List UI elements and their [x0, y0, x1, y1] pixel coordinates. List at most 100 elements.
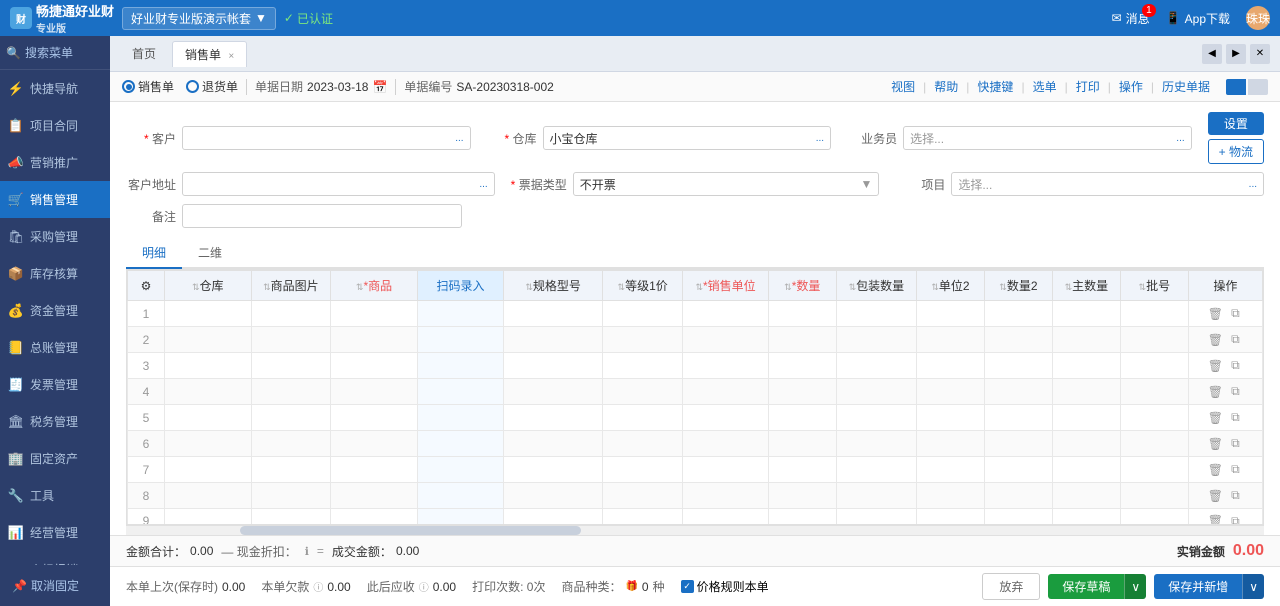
sidebar-item-project[interactable]: 📋 项目合同: [0, 107, 110, 144]
cell-scan-4[interactable]: [417, 379, 503, 405]
cell-img-4[interactable]: [251, 379, 331, 405]
cell-batch-7[interactable]: [1120, 457, 1188, 483]
col-header-warehouse[interactable]: ⇅仓库: [165, 271, 251, 301]
abandon-button[interactable]: 放弃: [982, 573, 1040, 600]
project-dots[interactable]: ...: [1249, 179, 1257, 190]
col-header-qty2[interactable]: ⇅数量2: [984, 271, 1052, 301]
cell-qty2-4[interactable]: [984, 379, 1052, 405]
copy-row-button-1[interactable]: ⧉: [1227, 306, 1243, 322]
col-header-mainqty[interactable]: ⇅主数量: [1052, 271, 1120, 301]
col-header-price1[interactable]: ⇅等级1价: [603, 271, 683, 301]
cell-pack-2[interactable]: [836, 327, 916, 353]
cell-price1-2[interactable]: [603, 327, 683, 353]
cell-warehouse-9[interactable]: [165, 509, 251, 526]
cell-mainqty-8[interactable]: [1052, 483, 1120, 509]
copy-row-button-2[interactable]: ⧉: [1227, 332, 1243, 348]
cell-batch-4[interactable]: [1120, 379, 1188, 405]
cell-img-2[interactable]: [251, 327, 331, 353]
sidebar-item-tools[interactable]: 🔧 工具: [0, 477, 110, 514]
cell-price1-3[interactable]: [603, 353, 683, 379]
calendar-icon[interactable]: 📅: [372, 80, 387, 94]
price-rule-checkbox[interactable]: ✓ 价格规则本单: [681, 578, 769, 595]
cell-qty2-9[interactable]: [984, 509, 1052, 526]
cell-goods-1[interactable]: [331, 301, 417, 327]
cell-qty2-8[interactable]: [984, 483, 1052, 509]
cell-scan-5[interactable]: [417, 405, 503, 431]
delete-row-button-6[interactable]: 🗑: [1207, 436, 1223, 452]
cell-goods-8[interactable]: [331, 483, 417, 509]
sidebar-item-sales[interactable]: 🛒 销售管理: [0, 181, 110, 218]
cell-qty2-5[interactable]: [984, 405, 1052, 431]
cell-price1-1[interactable]: [603, 301, 683, 327]
user-avatar[interactable]: 珠珠: [1246, 6, 1270, 30]
cell-unit-3[interactable]: [683, 353, 769, 379]
save-draft-button[interactable]: 保存草稿: [1048, 574, 1124, 599]
copy-row-button-7[interactable]: ⧉: [1227, 462, 1243, 478]
ops-link[interactable]: 操作: [1119, 78, 1143, 95]
cell-warehouse-1[interactable]: [165, 301, 251, 327]
copy-row-button-5[interactable]: ⧉: [1227, 410, 1243, 426]
cell-warehouse-6[interactable]: [165, 431, 251, 457]
cell-pack-7[interactable]: [836, 457, 916, 483]
shortcut-link[interactable]: 快捷键: [977, 78, 1013, 95]
sidebar-item-quick-nav[interactable]: ⚡ 快捷导航: [0, 70, 110, 107]
company-select[interactable]: 好业财专业版演示帐套 ▼: [122, 7, 276, 30]
layout-grid-button[interactable]: [1226, 79, 1246, 95]
sidebar-item-invoice[interactable]: 🧾 发票管理: [0, 366, 110, 403]
cell-warehouse-4[interactable]: [165, 379, 251, 405]
copy-row-button-3[interactable]: ⧉: [1227, 358, 1243, 374]
cell-unit-4[interactable]: [683, 379, 769, 405]
cell-batch-3[interactable]: [1120, 353, 1188, 379]
tab-prev-button[interactable]: ◀: [1202, 44, 1222, 64]
cell-spec-5[interactable]: [504, 405, 603, 431]
cell-unit-6[interactable]: [683, 431, 769, 457]
delete-row-button-4[interactable]: 🗑: [1207, 384, 1223, 400]
col-header-batch[interactable]: ⇅批号: [1120, 271, 1188, 301]
cell-warehouse-2[interactable]: [165, 327, 251, 353]
select-link[interactable]: 选单: [1033, 78, 1057, 95]
app-download-button[interactable]: 📱 App下载: [1166, 10, 1230, 27]
cell-pack-1[interactable]: [836, 301, 916, 327]
cell-pack-5[interactable]: [836, 405, 916, 431]
cell-img-9[interactable]: [251, 509, 331, 526]
cell-qty-5[interactable]: [768, 405, 836, 431]
cell-unit2-6[interactable]: [917, 431, 985, 457]
cell-unit-9[interactable]: [683, 509, 769, 526]
col-header-scan[interactable]: 扫码录入: [417, 271, 503, 301]
cell-mainqty-7[interactable]: [1052, 457, 1120, 483]
set-button[interactable]: 设置: [1208, 112, 1264, 135]
warehouse-input[interactable]: 小宝仓库 ...: [543, 126, 832, 150]
cell-warehouse-8[interactable]: [165, 483, 251, 509]
col-header-spec[interactable]: ⇅规格型号: [504, 271, 603, 301]
help-link[interactable]: 帮助: [934, 78, 958, 95]
delete-row-button-7[interactable]: 🗑: [1207, 462, 1223, 478]
cell-qty-7[interactable]: [768, 457, 836, 483]
cell-unit2-9[interactable]: [917, 509, 985, 526]
cell-unit-2[interactable]: [683, 327, 769, 353]
cell-qty2-3[interactable]: [984, 353, 1052, 379]
cell-unit2-5[interactable]: [917, 405, 985, 431]
cell-unit2-2[interactable]: [917, 327, 985, 353]
copy-row-button-4[interactable]: ⧉: [1227, 384, 1243, 400]
cell-batch-1[interactable]: [1120, 301, 1188, 327]
cell-unit-5[interactable]: [683, 405, 769, 431]
cell-spec-1[interactable]: [504, 301, 603, 327]
cell-mainqty-1[interactable]: [1052, 301, 1120, 327]
cell-price1-5[interactable]: [603, 405, 683, 431]
cell-spec-8[interactable]: [504, 483, 603, 509]
cell-goods-7[interactable]: [331, 457, 417, 483]
message-button[interactable]: ✉ 1 消息: [1112, 10, 1150, 27]
sidebar-item-fixed[interactable]: 🏢 固定资产: [0, 440, 110, 477]
delete-row-button-3[interactable]: 🗑: [1207, 358, 1223, 374]
cell-unit2-4[interactable]: [917, 379, 985, 405]
tab-2d[interactable]: 二维: [182, 238, 238, 269]
col-header-img[interactable]: ⇅商品图片: [251, 271, 331, 301]
cell-price1-8[interactable]: [603, 483, 683, 509]
view-link[interactable]: 视图: [891, 78, 915, 95]
cell-pack-4[interactable]: [836, 379, 916, 405]
cell-img-7[interactable]: [251, 457, 331, 483]
cell-scan-1[interactable]: [417, 301, 503, 327]
date-value[interactable]: 2023-03-18: [307, 80, 368, 94]
save-draft-arrow-button[interactable]: ∨: [1124, 574, 1146, 599]
tab-detail[interactable]: 明细: [126, 238, 182, 269]
